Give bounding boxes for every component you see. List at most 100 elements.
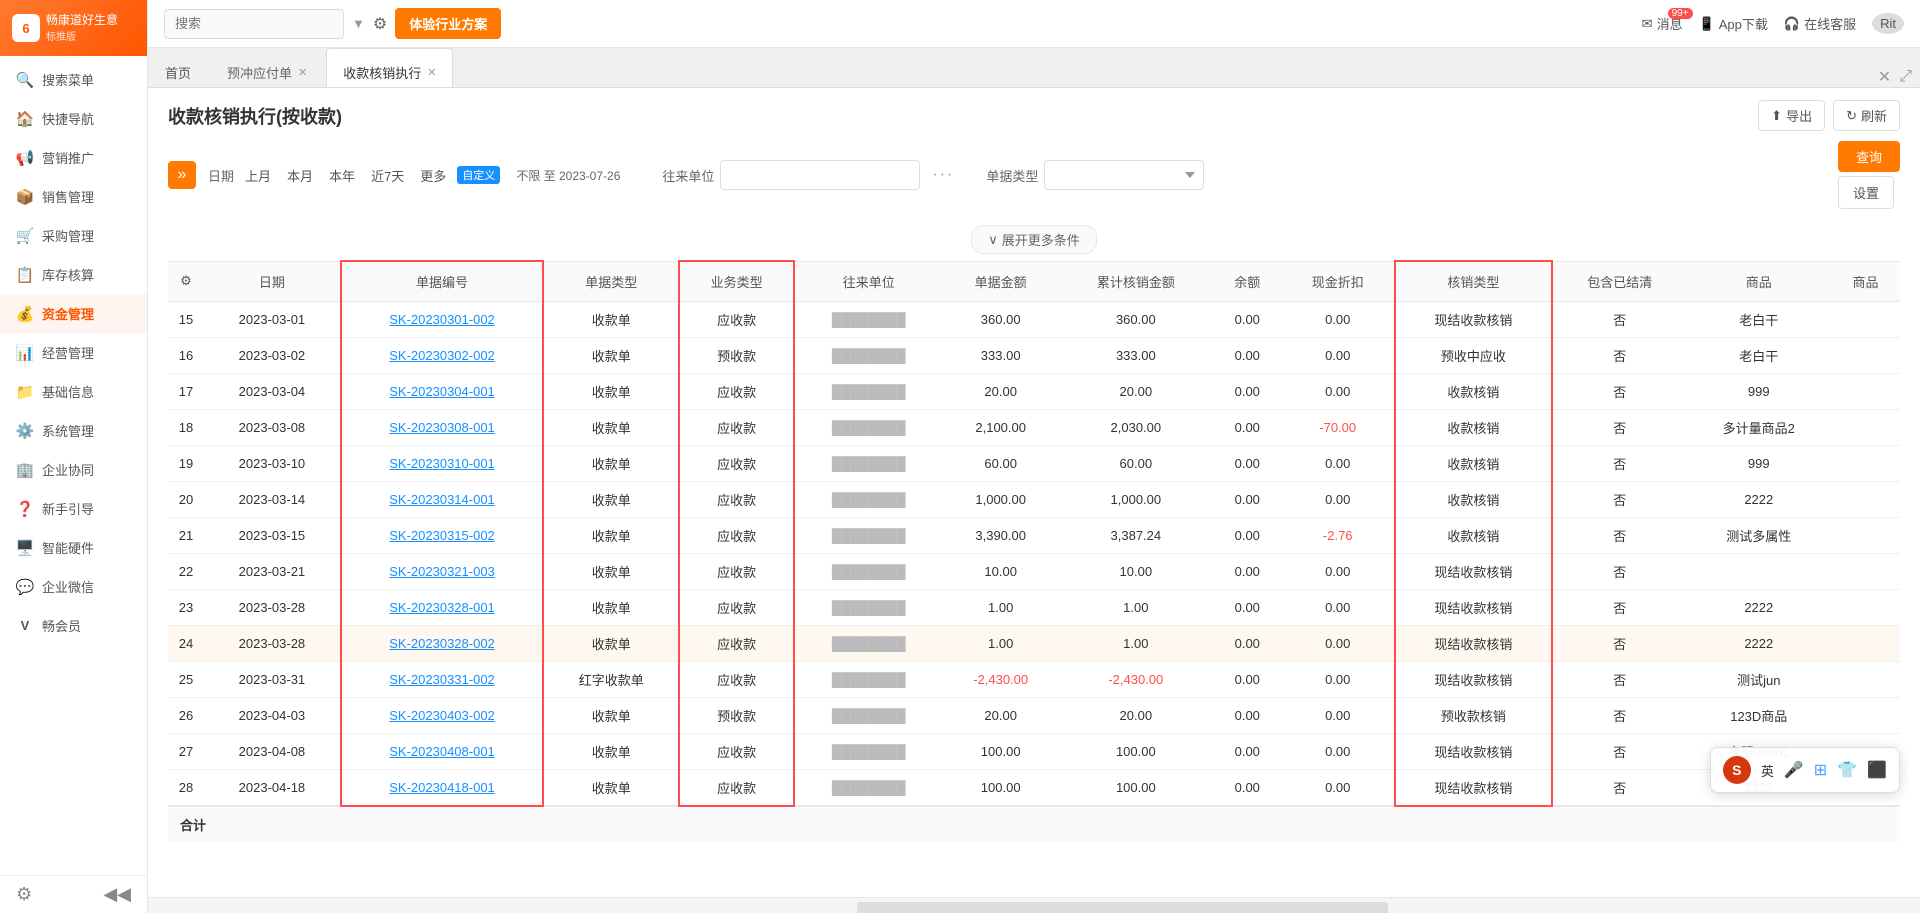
dropdown-arrow-icon[interactable]: ▼: [352, 16, 365, 31]
topbar-gear-icon[interactable]: ⚙: [373, 14, 387, 34]
table-row: 282023-04-18SK-20230418-001收款单应收款███████…: [168, 770, 1900, 807]
search-icon: 🔍: [16, 71, 34, 89]
industry-solution-button[interactable]: 体验行业方案: [395, 8, 501, 39]
app-download-button[interactable]: 📱 App下载: [1699, 14, 1768, 33]
sidebar-item-hardware[interactable]: 🖥️ 智能硬件: [0, 528, 147, 567]
filter-action-buttons: 查询 设置: [1838, 141, 1900, 209]
sidebar-label-marketing: 营销推广: [42, 148, 94, 167]
grid-icon[interactable]: ⊞: [1814, 760, 1827, 780]
tab-prepay-close-icon[interactable]: ✕: [298, 66, 307, 79]
sidebar-label-search: 搜索菜单: [42, 70, 94, 89]
search-input[interactable]: [164, 9, 344, 39]
filter-expand-button[interactable]: »: [168, 161, 196, 189]
sidebar-item-guide[interactable]: ❓ 新手引导: [0, 489, 147, 528]
refresh-button[interactable]: ↻ 刷新: [1833, 100, 1900, 131]
col-date: 日期: [204, 261, 341, 302]
tab-receipts-close-icon[interactable]: ✕: [427, 66, 436, 79]
sidebar-item-purchase[interactable]: 🛒 采购管理: [0, 216, 147, 255]
tab-close-all-icon[interactable]: ✕: [1878, 67, 1891, 87]
filter-bar: » 日期 上月 本月 本年 近7天 更多 自定义 不限 至 2023-07-26…: [148, 131, 1920, 219]
more-options-dots[interactable]: ···: [932, 166, 954, 184]
col-type: 单据类型: [543, 261, 679, 302]
table-row: 182023-03-08SK-20230308-001收款单应收款███████…: [168, 410, 1900, 446]
sidebar-item-inventory[interactable]: 📋 库存核算: [0, 255, 147, 294]
partner-filter-group: 往来单位: [662, 160, 920, 190]
col-product2: 商品: [1831, 261, 1900, 302]
settings-gear-icon[interactable]: ⚙: [16, 884, 32, 905]
col-cash-discount: 现金折扣: [1282, 261, 1395, 302]
sidebar-label-finance: 资金管理: [42, 304, 94, 323]
wechat-icon: 💬: [16, 578, 34, 596]
last-month-btn[interactable]: 上月: [240, 164, 276, 187]
content-area: 收款核销执行(按收款) ⬆ 导出 ↻ 刷新 » 日期 上月 本月 本年 近7天: [148, 88, 1920, 913]
sidebar-item-marketing[interactable]: 📢 营销推广: [0, 138, 147, 177]
table-row: 162023-03-02SK-20230302-002收款单预收款███████…: [168, 338, 1900, 374]
sidebar-label-member: 畅会员: [42, 616, 81, 635]
tab-home[interactable]: 首页: [148, 48, 208, 87]
expand-conditions-button[interactable]: ∨ 展开更多条件: [971, 225, 1097, 254]
mic-icon[interactable]: 🎤: [1784, 760, 1804, 780]
header-actions: ⬆ 导出 ↻ 刷新: [1758, 100, 1900, 131]
puzzle-icon[interactable]: ⬛: [1867, 760, 1887, 780]
shirt-icon[interactable]: 👕: [1837, 760, 1857, 780]
sidebar-label-inventory: 库存核算: [42, 265, 94, 284]
col-settings-icon[interactable]: ⚙: [168, 261, 204, 302]
sidebar-item-sales[interactable]: 📦 销售管理: [0, 177, 147, 216]
sidebar-item-system[interactable]: ⚙️ 系统管理: [0, 411, 147, 450]
sidebar-item-operations[interactable]: 📊 经营管理: [0, 333, 147, 372]
tab-expand-icon[interactable]: ⤢: [1899, 68, 1912, 86]
table-row: 222023-03-21SK-20230321-003收款单应收款███████…: [168, 554, 1900, 590]
partner-input[interactable]: [720, 160, 920, 190]
table-row: 152023-03-01SK-20230301-002收款单应收款███████…: [168, 302, 1900, 338]
tab-receipts[interactable]: 收款核销执行 ✕: [326, 48, 453, 87]
main-area: ▼ ⚙ 体验行业方案 ✉ 消息 99+ 📱 App下载 🎧 在线客服 Rit: [148, 0, 1920, 913]
date-filter-group: 日期 上月 本月 本年 近7天 更多 自定义: [208, 164, 500, 187]
tab-prepay-label: 预冲应付单: [227, 63, 292, 82]
partner-label: 往来单位: [662, 166, 714, 185]
headset-icon: 🎧: [1784, 16, 1800, 32]
query-button[interactable]: 查询: [1838, 141, 1900, 172]
custom-date-badge[interactable]: 自定义: [457, 166, 500, 184]
col-voucher-no: 单据编号: [341, 261, 543, 302]
settings-button[interactable]: 设置: [1838, 176, 1894, 209]
col-written-off: 累计核销金额: [1059, 261, 1213, 302]
sidebar-collapse-icon[interactable]: ◀◀: [103, 884, 131, 905]
voucher-type-select[interactable]: [1044, 160, 1204, 190]
voucher-type-label: 单据类型: [986, 166, 1038, 185]
table-row: 272023-04-08SK-20230408-001收款单应收款███████…: [168, 734, 1900, 770]
col-balance: 余额: [1213, 261, 1282, 302]
sidebar-label-enterprise: 企业协同: [42, 460, 94, 479]
sidebar-item-wechat[interactable]: 💬 企业微信: [0, 567, 147, 606]
sales-icon: 📦: [16, 188, 34, 206]
tabs-bar: 首页 预冲应付单 ✕ 收款核销执行 ✕ ✕ ⤢: [148, 48, 1920, 88]
topbar-left: ▼ ⚙ 体验行业方案: [164, 8, 1630, 39]
finance-icon: 💰: [16, 305, 34, 323]
last-7days-btn[interactable]: 近7天: [366, 164, 409, 187]
sidebar-item-quicknav[interactable]: 🏠 快捷导航: [0, 99, 147, 138]
horizontal-scrollbar[interactable]: [148, 897, 1920, 913]
this-month-btn[interactable]: 本月: [282, 164, 318, 187]
purchase-icon: 🛒: [16, 227, 34, 245]
sidebar-item-finance[interactable]: 💰 资金管理: [0, 294, 147, 333]
tab-prepay[interactable]: 预冲应付单 ✕: [210, 48, 324, 87]
sidebar-item-member[interactable]: V 畅会员: [0, 606, 147, 645]
table-row: 212023-03-15SK-20230315-002收款单应收款███████…: [168, 518, 1900, 554]
float-toolbar-label: 英: [1761, 761, 1774, 780]
marketing-icon: 📢: [16, 149, 34, 167]
export-button[interactable]: ⬆ 导出: [1758, 100, 1825, 131]
this-year-btn[interactable]: 本年: [324, 164, 360, 187]
user-avatar[interactable]: Rit: [1872, 13, 1904, 34]
table-row: 192023-03-10SK-20230310-001收款单应收款███████…: [168, 446, 1900, 482]
sidebar-item-basic[interactable]: 📁 基础信息: [0, 372, 147, 411]
online-service-button[interactable]: 🎧 在线客服: [1784, 14, 1856, 33]
table-row: 202023-03-14SK-20230314-001收款单应收款███████…: [168, 482, 1900, 518]
sidebar-nav: 🔍 搜索菜单 🏠 快捷导航 📢 营销推广 📦 销售管理 🛒 采购管理 📋 库存核…: [0, 56, 147, 875]
messages-button[interactable]: ✉ 消息 99+: [1642, 14, 1683, 33]
sidebar-item-enterprise[interactable]: 🏢 企业协同: [0, 450, 147, 489]
user-name-label: Rit: [1872, 13, 1904, 34]
table-footer-total: 合计: [168, 806, 1900, 842]
sidebar-item-search[interactable]: 🔍 搜索菜单: [0, 60, 147, 99]
sidebar-bottom: ⚙ ◀◀: [0, 875, 147, 913]
more-date-btn[interactable]: 更多: [415, 164, 451, 187]
sidebar-label-system: 系统管理: [42, 421, 94, 440]
